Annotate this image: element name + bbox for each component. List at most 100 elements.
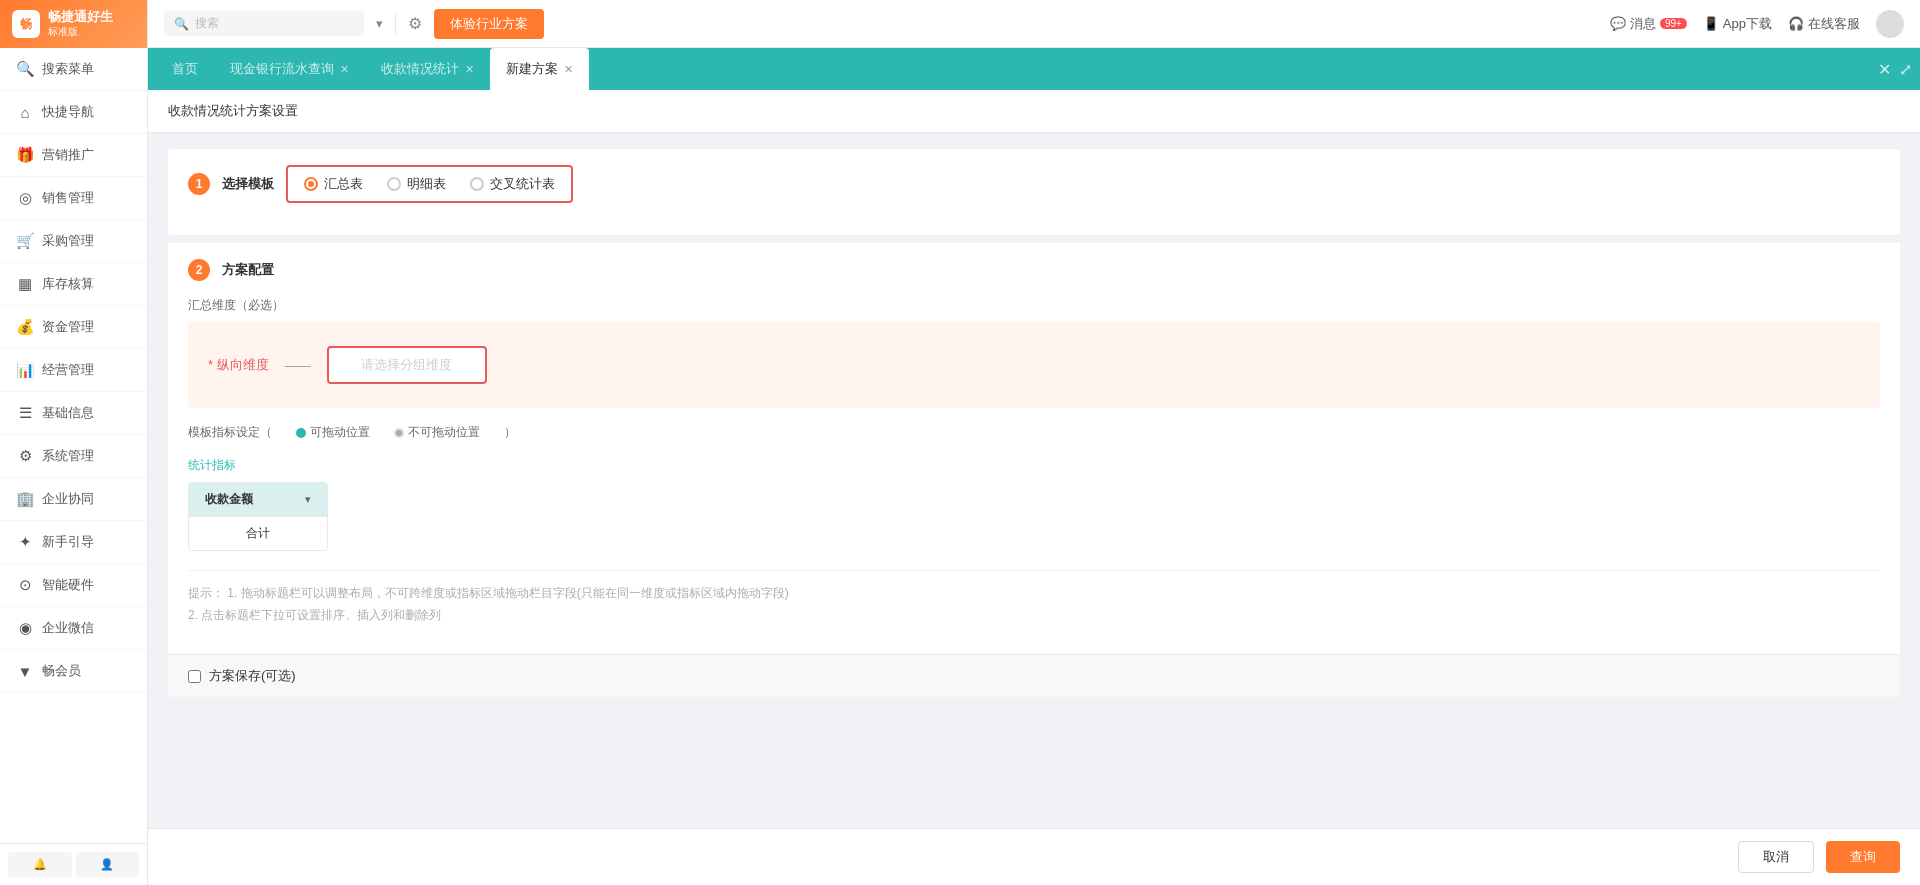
wechat-icon: ◉ bbox=[16, 619, 34, 637]
sales-icon: ◎ bbox=[16, 189, 34, 207]
search-menu-icon: 🔍 bbox=[16, 60, 34, 78]
gear-icon[interactable]: ⚙ bbox=[408, 14, 422, 33]
metrics-config: 模板指标设定（ 可拖动位置 不可拖动位置 ） 统计指标 bbox=[188, 424, 1880, 554]
step1-badge: 1 bbox=[188, 173, 210, 195]
main-area: 🔍 搜索 ▾ ⚙ 体验行业方案 💬 消息 99+ 📱 App下载 🎧 在线客服 bbox=[148, 0, 1920, 885]
step2-label: 方案配置 bbox=[222, 261, 274, 279]
purchase-icon: 🛒 bbox=[16, 232, 34, 250]
tabbar: 首页 现金银行流水查询 ✕ 收款情况统计 ✕ 新建方案 ✕ ✕ ⤢ bbox=[148, 48, 1920, 90]
arrow-icon: —— bbox=[285, 358, 311, 373]
topbar-search[interactable]: 🔍 搜索 bbox=[164, 11, 364, 36]
step1-section: 1 选择模板 汇总表 明细表 bbox=[168, 149, 1900, 235]
tab-bank-flow[interactable]: 现金银行流水查询 ✕ bbox=[214, 48, 365, 90]
topbar: 🔍 搜索 ▾ ⚙ 体验行业方案 💬 消息 99+ 📱 App下载 🎧 在线客服 bbox=[148, 0, 1920, 48]
tab-home[interactable]: 首页 bbox=[156, 48, 214, 90]
vertical-dimension-label: * 纵向维度 bbox=[208, 356, 269, 374]
sidebar-item-member[interactable]: ▼ 畅会员 bbox=[0, 650, 147, 693]
tabbar-right: ✕ ⤢ bbox=[1878, 60, 1912, 79]
message-icon: 💬 bbox=[1610, 16, 1626, 31]
radio-crosstab-circle bbox=[470, 177, 484, 191]
sidebar-item-hardware[interactable]: ⊙ 智能硬件 bbox=[0, 564, 147, 607]
sidebar-item-sales[interactable]: ◎ 销售管理 bbox=[0, 177, 147, 220]
metrics-category-label: 统计指标 bbox=[188, 449, 1880, 482]
step2-row: 2 方案配置 bbox=[188, 259, 1880, 281]
query-button[interactable]: 查询 bbox=[1826, 841, 1900, 873]
page-wrapper: 收款情况统计方案设置 1 选择模板 汇总表 bbox=[148, 90, 1920, 713]
action-bar: 取消 查询 bbox=[148, 828, 1920, 885]
tab-receipt-stats[interactable]: 收款情况统计 ✕ bbox=[365, 48, 490, 90]
metrics-header[interactable]: 收款金额 ▾ bbox=[189, 483, 327, 516]
dimension-select[interactable]: 请选择分组维度 bbox=[327, 346, 487, 384]
step1-label: 选择模板 bbox=[222, 175, 274, 193]
sidebar: 畅 畅捷通好生 标准版 🔍 搜索菜单 ⌂ 快捷导航 🎁 营销推广 ◎ 销售管理 … bbox=[0, 0, 148, 885]
cancel-button[interactable]: 取消 bbox=[1738, 841, 1814, 873]
radio-crosstab[interactable]: 交叉统计表 bbox=[470, 175, 555, 193]
sidebar-item-guide[interactable]: ✦ 新手引导 bbox=[0, 521, 147, 564]
operations-icon: 📊 bbox=[16, 361, 34, 379]
sidebar-item-enterprise[interactable]: 🏢 企业协同 bbox=[0, 478, 147, 521]
logo-icon: 畅 bbox=[12, 10, 40, 38]
step2-section: 2 方案配置 汇总维度（必选） * 纵向维度 —— 请选择分组维度 bbox=[168, 243, 1900, 654]
sidebar-item-finance[interactable]: 💰 资金管理 bbox=[0, 306, 147, 349]
expand-icon[interactable]: ⤢ bbox=[1899, 60, 1912, 79]
dimension-row: * 纵向维度 —— 请选择分组维度 bbox=[208, 346, 487, 384]
tab-receipt-stats-close[interactable]: ✕ bbox=[465, 63, 474, 76]
radio-detail[interactable]: 明细表 bbox=[387, 175, 446, 193]
download-item[interactable]: 📱 App下载 bbox=[1703, 15, 1772, 33]
logo-text: 畅捷通好生 标准版 bbox=[48, 9, 113, 39]
metrics-header-label: 收款金额 bbox=[205, 491, 253, 508]
tab-bank-flow-close[interactable]: ✕ bbox=[340, 63, 349, 76]
service-icon: 🎧 bbox=[1788, 16, 1804, 31]
download-icon: 📱 bbox=[1703, 16, 1719, 31]
step1-row: 1 选择模板 汇总表 明细表 bbox=[188, 165, 1880, 203]
metrics-cell-total: 合计 bbox=[189, 516, 327, 550]
trial-industry-button[interactable]: 体验行业方案 bbox=[434, 9, 544, 39]
search-icon: 🔍 bbox=[174, 17, 189, 31]
member-icon: ▼ bbox=[16, 663, 34, 680]
metrics-table: 收款金额 ▾ 合计 bbox=[188, 482, 328, 551]
tab-new-plan[interactable]: 新建方案 ✕ bbox=[490, 48, 589, 90]
notification-item[interactable]: 💬 消息 99+ bbox=[1610, 15, 1687, 33]
sidebar-notification-btn[interactable]: 🔔 bbox=[8, 852, 72, 877]
dimension-subtitle: 汇总维度（必选） bbox=[188, 297, 1880, 314]
notification-badge: 99+ bbox=[1660, 18, 1687, 29]
sidebar-item-inventory[interactable]: ▦ 库存核算 bbox=[0, 263, 147, 306]
sidebar-item-system[interactable]: ⚙ 系统管理 bbox=[0, 435, 147, 478]
non-draggable-dot bbox=[394, 428, 404, 438]
sidebar-item-base-info[interactable]: ☰ 基础信息 bbox=[0, 392, 147, 435]
sidebar-item-search-menu[interactable]: 🔍 搜索菜单 bbox=[0, 48, 147, 91]
sidebar-item-purchase[interactable]: 🛒 采购管理 bbox=[0, 220, 147, 263]
dropdown-arrow-icon[interactable]: ▾ bbox=[376, 16, 383, 31]
hint-text-2: 2. 点击标题栏下拉可设置排序、插入列和删除列 bbox=[188, 605, 1880, 627]
template-radio-group: 汇总表 明细表 交叉统计表 bbox=[286, 165, 573, 203]
metrics-title: 模板指标设定（ 可拖动位置 不可拖动位置 ） bbox=[188, 424, 1880, 441]
sidebar-item-operations[interactable]: 📊 经营管理 bbox=[0, 349, 147, 392]
sidebar-item-marketing[interactable]: 🎁 营销推广 bbox=[0, 134, 147, 177]
sidebar-logo: 畅 畅捷通好生 标准版 bbox=[0, 0, 147, 48]
draggable-label: 可拖动位置 bbox=[296, 424, 370, 441]
sidebar-bottom: 🔔 👤 bbox=[0, 843, 147, 885]
content-area: 收款情况统计方案设置 1 选择模板 汇总表 bbox=[148, 90, 1920, 828]
tab-new-plan-close[interactable]: ✕ bbox=[564, 63, 573, 76]
sidebar-item-quick-nav[interactable]: ⌂ 快捷导航 bbox=[0, 91, 147, 134]
topbar-divider bbox=[395, 14, 396, 34]
sidebar-user-btn[interactable]: 👤 bbox=[76, 852, 140, 877]
page-body: 1 选择模板 汇总表 明细表 bbox=[148, 133, 1920, 713]
radio-summary[interactable]: 汇总表 bbox=[304, 175, 363, 193]
close-window-icon[interactable]: ✕ bbox=[1878, 60, 1891, 79]
base-info-icon: ☰ bbox=[16, 404, 34, 422]
draggable-dot bbox=[296, 428, 306, 438]
metrics-chevron-icon: ▾ bbox=[305, 493, 311, 506]
avatar[interactable] bbox=[1876, 10, 1904, 38]
radio-detail-circle bbox=[387, 177, 401, 191]
footer-section: 方案保存(可选) bbox=[168, 654, 1900, 697]
sidebar-item-wechat[interactable]: ◉ 企业微信 bbox=[0, 607, 147, 650]
quick-nav-icon: ⌂ bbox=[16, 104, 34, 121]
radio-summary-circle bbox=[304, 177, 318, 191]
marketing-icon: 🎁 bbox=[16, 146, 34, 164]
service-item[interactable]: 🎧 在线客服 bbox=[1788, 15, 1860, 33]
save-plan-checkbox[interactable] bbox=[188, 670, 201, 683]
hardware-icon: ⊙ bbox=[16, 576, 34, 594]
step2-badge: 2 bbox=[188, 259, 210, 281]
topbar-right: 💬 消息 99+ 📱 App下载 🎧 在线客服 bbox=[1610, 10, 1904, 38]
